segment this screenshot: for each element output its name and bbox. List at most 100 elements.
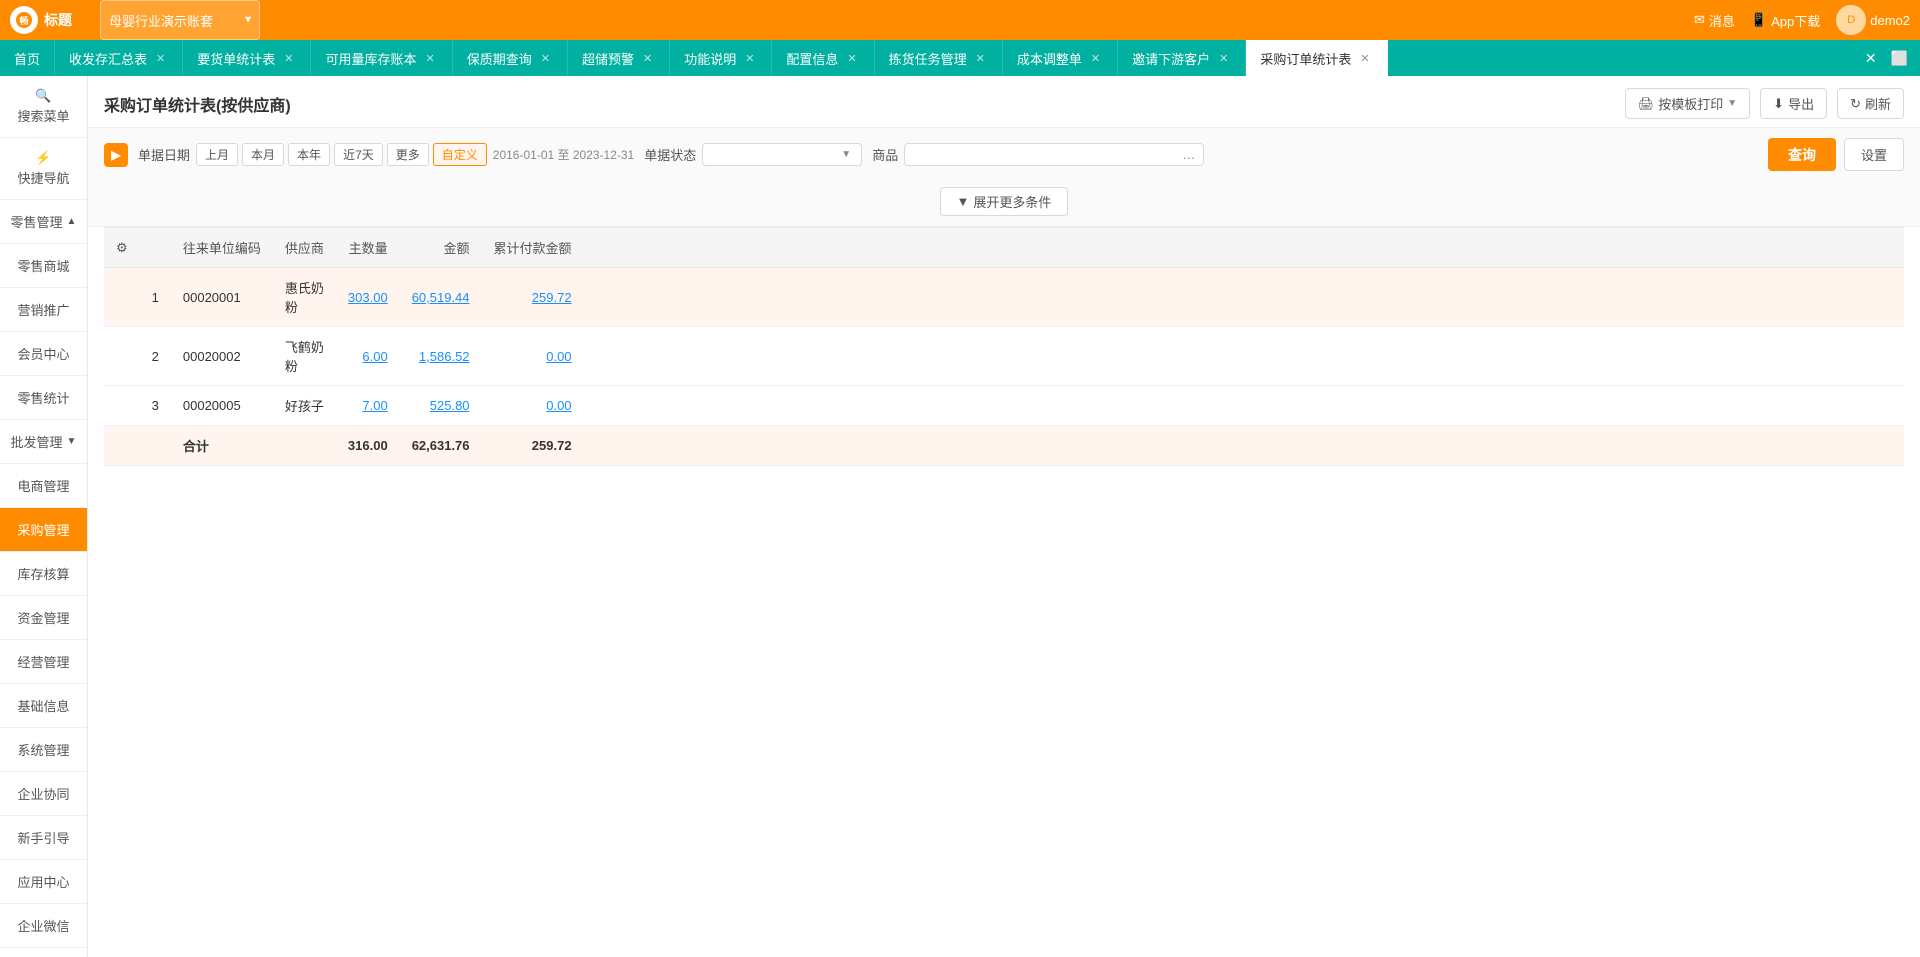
- settings-btn[interactable]: 设置: [1844, 138, 1904, 171]
- app-download-btn[interactable]: 📱 App下载: [1751, 11, 1820, 30]
- sidebar-item-purchase[interactable]: 采购管理: [0, 508, 87, 552]
- tab-purchase-stats-close[interactable]: ✕: [1357, 51, 1372, 66]
- refresh-btn[interactable]: ↻ 刷新: [1837, 88, 1904, 119]
- row-index: 2: [140, 327, 171, 386]
- row-extra: [584, 327, 1904, 386]
- tab-order-stats-close[interactable]: ✕: [281, 51, 296, 66]
- filter-toggle-btn[interactable]: ▶: [104, 143, 128, 167]
- tab-cost-adjust-close[interactable]: ✕: [1088, 51, 1103, 66]
- tab-home[interactable]: 首页: [0, 40, 55, 76]
- sidebar-item-member[interactable]: 会员中心: [0, 332, 87, 376]
- sidebar-shortcut-label: 快捷导航: [17, 168, 69, 187]
- tab-expiry-query[interactable]: 保质期查询 ✕: [453, 40, 568, 76]
- row-paid-amount-link[interactable]: 259.72: [532, 290, 572, 305]
- sidebar-item-retail-shop[interactable]: 零售商城: [0, 244, 87, 288]
- row-extra: [584, 386, 1904, 426]
- sidebar-item-vip[interactable]: 畅会员: [0, 948, 87, 957]
- row-amount-link[interactable]: 1,586.52: [419, 349, 470, 364]
- logo-icon: 畅: [10, 6, 38, 34]
- status-select-wrapper[interactable]: ▼: [702, 143, 862, 166]
- tab-pick-task-label: 拣货任务管理: [889, 49, 967, 68]
- sidebar-item-retail-stats[interactable]: 零售统计: [0, 376, 87, 420]
- row-index: 3: [140, 386, 171, 426]
- tab-order-stats[interactable]: 要货单统计表 ✕: [183, 40, 311, 76]
- date-last-month-btn[interactable]: 上月: [196, 143, 238, 166]
- tab-invite-downstream-close[interactable]: ✕: [1216, 51, 1231, 66]
- tab-expiry-query-close[interactable]: ✕: [538, 51, 553, 66]
- sidebar-item-search[interactable]: 🔍 搜索菜单: [0, 76, 87, 138]
- date-last7-btn[interactable]: 近7天: [334, 143, 383, 166]
- sidebar-item-wholesale[interactable]: 批发管理 ▼: [0, 420, 87, 464]
- main-layout: 🔍 搜索菜单 ⚡ 快捷导航 零售管理 ▲ 零售商城 营销推广 会员中心 零售统计…: [0, 76, 1920, 957]
- tab-receive-send-close[interactable]: ✕: [153, 51, 168, 66]
- date-this-year-btn[interactable]: 本年: [288, 143, 330, 166]
- logo-text: 标题: [44, 10, 72, 30]
- tab-purchase-stats[interactable]: 采购订单统计表 ✕: [1246, 40, 1387, 76]
- message-label: 消息: [1709, 11, 1735, 30]
- sidebar-item-ecommerce[interactable]: 电商管理: [0, 464, 87, 508]
- operation-label: 经营管理: [17, 652, 69, 671]
- row-paid-amount-link[interactable]: 0.00: [546, 349, 571, 364]
- nav-tabs-bar: 首页 收发存汇总表 ✕ 要货单统计表 ✕ 可用量库存账本 ✕ 保质期查询 ✕ 超…: [0, 40, 1920, 76]
- export-label: 导出: [1788, 94, 1814, 113]
- footer-extra-cell: [584, 426, 1904, 466]
- retail-label: 零售管理: [11, 212, 63, 231]
- tab-pick-task[interactable]: 拣货任务管理 ✕: [875, 40, 1003, 76]
- tab-func-desc[interactable]: 功能说明 ✕: [670, 40, 772, 76]
- tab-invite-downstream[interactable]: 邀请下游客户 ✕: [1118, 40, 1246, 76]
- tab-overstock-close[interactable]: ✕: [640, 51, 655, 66]
- sidebar-item-basic-info[interactable]: 基础信息: [0, 684, 87, 728]
- tab-config-info-close[interactable]: ✕: [844, 51, 859, 66]
- row-gear-cell: [104, 386, 140, 426]
- row-qty-link[interactable]: 6.00: [362, 349, 387, 364]
- row-paid-amount-link[interactable]: 0.00: [546, 398, 571, 413]
- date-this-month-btn[interactable]: 本月: [242, 143, 284, 166]
- message-btn[interactable]: ✉ 消息: [1694, 11, 1735, 30]
- sidebar-item-shortcut[interactable]: ⚡ 快捷导航: [0, 138, 87, 200]
- sidebar-item-enterprise[interactable]: 企业协同: [0, 772, 87, 816]
- row-qty-link[interactable]: 303.00: [348, 290, 388, 305]
- sidebar-item-system[interactable]: 系统管理: [0, 728, 87, 772]
- row-qty-link[interactable]: 7.00: [362, 398, 387, 413]
- nav-tabs-actions: ✕ ⬜: [1853, 46, 1920, 71]
- th-supplier: 供应商: [273, 228, 336, 268]
- workspace-selector[interactable]: 母婴行业演示账套 ▼: [100, 0, 260, 40]
- tab-cost-adjust[interactable]: 成本调整单 ✕: [1003, 40, 1118, 76]
- tab-available-stock-close[interactable]: ✕: [423, 51, 438, 66]
- sidebar-item-retail[interactable]: 零售管理 ▲: [0, 200, 87, 244]
- row-unit-code: 00020002: [171, 327, 273, 386]
- close-tab-icon[interactable]: ✕: [1859, 46, 1883, 71]
- query-btn[interactable]: 查询: [1768, 138, 1836, 171]
- user-avatar-btn[interactable]: D demo2: [1836, 5, 1910, 35]
- date-quick-btns: 上月 本月 本年 近7天 更多 自定义: [196, 143, 487, 166]
- filter-arrow-icon: ▶: [111, 148, 120, 162]
- maximize-icon[interactable]: ⬜: [1885, 46, 1914, 71]
- sidebar-item-inventory[interactable]: 库存核算: [0, 552, 87, 596]
- footer-paid-amount-cell: 259.72: [482, 426, 584, 466]
- expand-more-btn[interactable]: ▼ 展开更多条件: [940, 187, 1069, 216]
- tab-available-stock[interactable]: 可用量库存账本 ✕: [311, 40, 452, 76]
- row-unit-code: 00020005: [171, 386, 273, 426]
- tab-overstock[interactable]: 超储预警 ✕: [568, 40, 670, 76]
- sidebar-item-operation[interactable]: 经营管理: [0, 640, 87, 684]
- template-print-btn[interactable]: 🖨 按模板打印 ▼: [1625, 88, 1750, 119]
- row-amount-link[interactable]: 525.80: [430, 398, 470, 413]
- status-select-input[interactable]: [711, 147, 841, 162]
- sidebar-item-enterprise-wechat[interactable]: 企业微信: [0, 904, 87, 948]
- search-icon: 🔍: [35, 88, 51, 104]
- export-btn[interactable]: ⬇ 导出: [1760, 88, 1827, 119]
- date-more-btn[interactable]: 更多: [387, 143, 429, 166]
- tab-config-info[interactable]: 配置信息 ✕: [772, 40, 874, 76]
- row-amount-link[interactable]: 60,519.44: [412, 290, 470, 305]
- tab-receive-send[interactable]: 收发存汇总表 ✕: [55, 40, 183, 76]
- sidebar-item-app-center[interactable]: 应用中心: [0, 860, 87, 904]
- tab-func-desc-close[interactable]: ✕: [742, 51, 757, 66]
- date-custom-btn[interactable]: 自定义: [433, 143, 487, 166]
- goods-search-input[interactable]: [913, 147, 1182, 162]
- tab-pick-task-close[interactable]: ✕: [973, 51, 988, 66]
- gear-icon[interactable]: ⚙: [116, 240, 128, 255]
- sidebar-item-new-guide[interactable]: 新手引导: [0, 816, 87, 860]
- sidebar-item-capital[interactable]: 资金管理: [0, 596, 87, 640]
- goods-input-wrapper[interactable]: …: [904, 143, 1204, 166]
- sidebar-item-marketing[interactable]: 营销推广: [0, 288, 87, 332]
